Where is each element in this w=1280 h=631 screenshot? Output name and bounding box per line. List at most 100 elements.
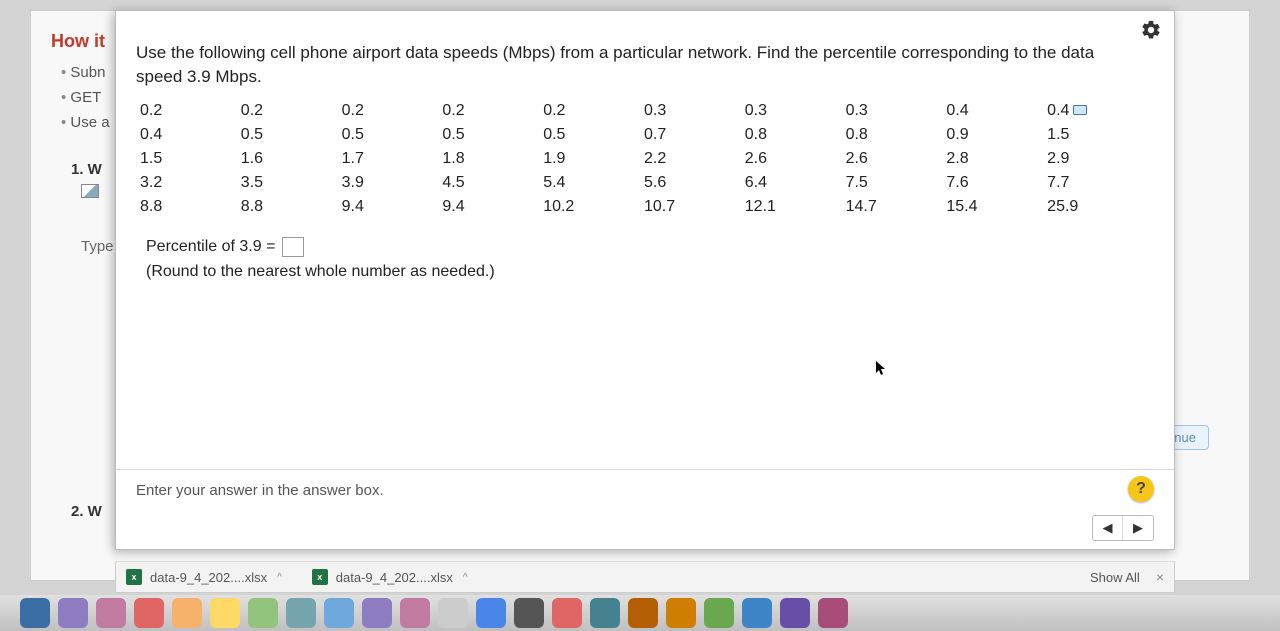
data-cell: 1.5 <box>1043 125 1144 145</box>
dock-app-icon[interactable] <box>248 598 278 628</box>
data-cell: 9.4 <box>438 197 539 217</box>
data-cell: 7.6 <box>942 173 1043 193</box>
data-cell: 0.2 <box>338 101 439 121</box>
data-cell: 0.2 <box>136 101 237 121</box>
chevron-up-icon[interactable]: ^ <box>463 572 468 583</box>
bg-question-2: 2. W <box>71 503 102 520</box>
data-cell: 7.5 <box>842 173 943 193</box>
excel-icon: x <box>126 569 142 585</box>
dock-app-icon[interactable] <box>20 598 50 628</box>
help-button[interactable]: ? <box>1128 476 1154 502</box>
data-cell: 2.6 <box>741 149 842 169</box>
data-cell: 0.4 <box>136 125 237 145</box>
chevron-up-icon[interactable]: ^ <box>277 572 282 583</box>
download-item[interactable]: xdata-9_4_202....xlsx^ <box>312 569 468 585</box>
data-cell: 0.9 <box>942 125 1043 145</box>
dock-app-icon[interactable] <box>704 598 734 628</box>
data-cell: 5.6 <box>640 173 741 193</box>
dock-app-icon[interactable] <box>172 598 202 628</box>
data-cell: 7.7 <box>1043 173 1144 193</box>
data-row: 0.20.20.20.20.20.30.30.30.40.4 <box>136 101 1144 121</box>
data-cell: 15.4 <box>942 197 1043 217</box>
data-cell: 9.4 <box>338 197 439 217</box>
data-cell: 1.7 <box>338 149 439 169</box>
data-cell: 8.8 <box>136 197 237 217</box>
data-cell: 0.8 <box>741 125 842 145</box>
dock-app-icon[interactable] <box>96 598 126 628</box>
dock-app-icon[interactable] <box>742 598 772 628</box>
data-cell: 0.7 <box>640 125 741 145</box>
image-placeholder-icon <box>81 184 99 198</box>
dock-app-icon[interactable] <box>628 598 658 628</box>
percentile-line: Percentile of 3.9 = <box>116 227 1174 259</box>
data-cell: 2.6 <box>842 149 943 169</box>
modal-footer: Enter your answer in the answer box. ? ◀… <box>116 469 1174 549</box>
data-cell: 0.5 <box>438 125 539 145</box>
data-cell: 10.2 <box>539 197 640 217</box>
data-cell: 25.9 <box>1043 197 1144 217</box>
dock-app-icon[interactable] <box>286 598 316 628</box>
dock-app-icon[interactable] <box>666 598 696 628</box>
dock-app-icon[interactable] <box>818 598 848 628</box>
data-cell: 1.9 <box>539 149 640 169</box>
download-item[interactable]: x data-9_4_202....xlsx ^ <box>126 569 282 585</box>
data-cell: 2.8 <box>942 149 1043 169</box>
data-row: 0.40.50.50.50.50.70.80.80.91.5 <box>136 125 1144 145</box>
gear-icon[interactable] <box>1140 19 1162 46</box>
show-all-button[interactable]: Show All <box>1090 570 1140 585</box>
answer-input[interactable] <box>282 237 304 257</box>
data-cell: 1.5 <box>136 149 237 169</box>
gear-icon-svg <box>1140 19 1162 41</box>
data-cell: 8.8 <box>237 197 338 217</box>
excel-icon: x <box>312 569 328 585</box>
dock-app-icon[interactable] <box>400 598 430 628</box>
data-cell: 0.2 <box>438 101 539 121</box>
data-cell: 0.4 <box>942 101 1043 121</box>
dock-app-icon[interactable] <box>58 598 88 628</box>
highlight-icon[interactable] <box>1073 105 1087 115</box>
data-cell: 0.3 <box>640 101 741 121</box>
question-modal: Use the following cell phone airport dat… <box>115 10 1175 550</box>
data-cell: 0.5 <box>539 125 640 145</box>
data-cell: 0.5 <box>237 125 338 145</box>
round-note: (Round to the nearest whole number as ne… <box>116 259 1174 283</box>
next-button[interactable]: ▶ <box>1123 516 1153 540</box>
data-row: 8.88.89.49.410.210.712.114.715.425.9 <box>136 197 1144 217</box>
prev-button[interactable]: ◀ <box>1093 516 1123 540</box>
data-cell: 0.8 <box>842 125 943 145</box>
data-cell: 3.2 <box>136 173 237 193</box>
data-cell: 12.1 <box>741 197 842 217</box>
dock-app-icon[interactable] <box>552 598 582 628</box>
data-cell: 3.5 <box>237 173 338 193</box>
data-cell: 0.2 <box>539 101 640 121</box>
dock-app-icon[interactable] <box>476 598 506 628</box>
data-cell: 1.6 <box>237 149 338 169</box>
downloads-close-button[interactable]: × <box>1156 569 1164 585</box>
data-cell: 2.9 <box>1043 149 1144 169</box>
dock-app-icon[interactable] <box>438 598 468 628</box>
dock-app-icon[interactable] <box>514 598 544 628</box>
data-cell: 6.4 <box>741 173 842 193</box>
data-cell: 0.5 <box>338 125 439 145</box>
data-cell: 3.9 <box>338 173 439 193</box>
dock-app-icon[interactable] <box>134 598 164 628</box>
question-prompt: Use the following cell phone airport dat… <box>116 11 1174 99</box>
dock-app-icon[interactable] <box>590 598 620 628</box>
data-cell: 0.4 <box>1043 101 1144 121</box>
data-cell: 10.7 <box>640 197 741 217</box>
dock-app-icon[interactable] <box>210 598 240 628</box>
dock-app-icon[interactable] <box>362 598 392 628</box>
downloads-bar: xdata-9_4_202....xlsx^xdata-9_4_202....x… <box>115 561 1175 593</box>
dock-app-icon[interactable] <box>324 598 354 628</box>
nav-buttons: ◀ ▶ <box>1092 515 1154 541</box>
data-row: 1.51.61.71.81.92.22.62.62.82.9 <box>136 149 1144 169</box>
data-cell: 4.5 <box>438 173 539 193</box>
data-cell: 1.8 <box>438 149 539 169</box>
dock-app-icon[interactable] <box>780 598 810 628</box>
percentile-label: Percentile of 3.9 = <box>146 238 275 255</box>
data-table: 0.20.20.20.20.20.30.30.30.40.40.40.50.50… <box>116 99 1174 227</box>
cursor-icon <box>876 361 888 380</box>
downloads-right: Show All × <box>1090 569 1164 585</box>
macos-dock <box>0 595 1280 631</box>
download-filename: data-9_4_202....xlsx <box>150 570 267 585</box>
